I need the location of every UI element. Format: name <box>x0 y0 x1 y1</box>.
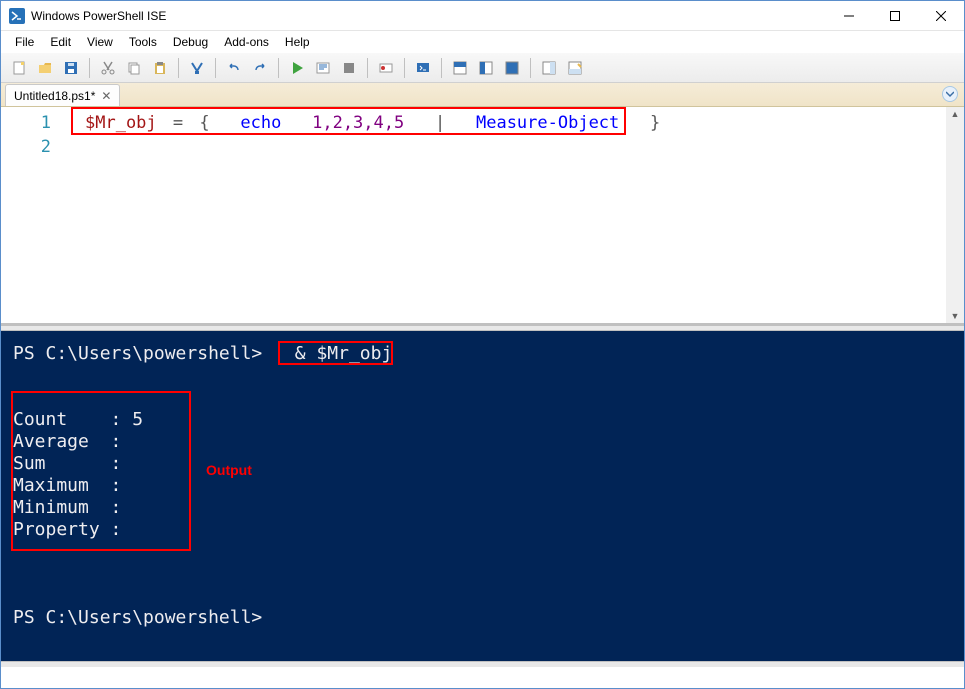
console-command: & $Mr_obj <box>295 343 393 364</box>
console-output-line: Sum : <box>13 453 952 475</box>
title-bar: Windows PowerShell ISE <box>1 1 964 31</box>
run-button[interactable] <box>285 56 309 80</box>
editor-scrollbar[interactable]: ▲ ▼ <box>946 107 964 323</box>
minimize-button[interactable] <box>826 1 872 30</box>
console-output-line: Average : <box>13 431 952 453</box>
scroll-up-icon[interactable]: ▲ <box>951 107 960 121</box>
code-line: $Mr_obj = { echo 1,2,3,4,5 | Measure-Obj… <box>85 111 946 135</box>
cut-button[interactable] <box>96 56 120 80</box>
layout-full-button[interactable] <box>500 56 524 80</box>
toolbar-separator <box>89 58 90 78</box>
token-cmd: Measure-Object <box>476 113 619 133</box>
menu-bar: File Edit View Tools Debug Add-ons Help <box>1 31 964 53</box>
console-output-line: Maximum : <box>13 475 952 497</box>
menu-addons[interactable]: Add-ons <box>216 33 277 51</box>
window-controls <box>826 1 964 30</box>
tab-strip: Untitled18.ps1* ✕ <box>1 83 964 107</box>
token-numbers: 1,2,3,4,5 <box>312 113 404 133</box>
paste-button[interactable] <box>148 56 172 80</box>
file-tab[interactable]: Untitled18.ps1* ✕ <box>5 84 120 106</box>
menu-edit[interactable]: Edit <box>42 33 79 51</box>
menu-tools[interactable]: Tools <box>121 33 165 51</box>
toolbar-separator <box>367 58 368 78</box>
token-brace: } <box>650 113 660 133</box>
token-cmd: echo <box>240 113 281 133</box>
window-title: Windows PowerShell ISE <box>31 9 826 23</box>
token-assign: = <box>173 113 183 133</box>
copy-button[interactable] <box>122 56 146 80</box>
toolbar-separator <box>530 58 531 78</box>
scroll-down-icon[interactable]: ▼ <box>951 309 960 323</box>
close-button[interactable] <box>918 1 964 30</box>
stop-button[interactable] <box>337 56 361 80</box>
open-button[interactable] <box>33 56 57 80</box>
breakpoint-button[interactable] <box>374 56 398 80</box>
app-icon <box>9 8 25 24</box>
toolbar-separator <box>441 58 442 78</box>
prompt: PS C:\Users\powershell> <box>13 343 262 364</box>
undo-button[interactable] <box>222 56 246 80</box>
clear-button[interactable] <box>185 56 209 80</box>
show-script-button[interactable] <box>537 56 561 80</box>
script-editor[interactable]: 1 2 $Mr_obj = { echo 1,2,3,4,5 | Measure… <box>1 107 964 325</box>
line-number: 1 <box>1 111 51 135</box>
collapse-script-button[interactable] <box>942 86 958 102</box>
toolbar-separator <box>278 58 279 78</box>
redo-button[interactable] <box>248 56 272 80</box>
console-line: PS C:\Users\powershell> & $Mr_obj <box>13 343 952 365</box>
token-brace: { <box>199 113 209 133</box>
tab-label: Untitled18.ps1* <box>14 89 95 103</box>
code-area[interactable]: $Mr_obj = { echo 1,2,3,4,5 | Measure-Obj… <box>71 107 946 323</box>
toolbar-separator <box>215 58 216 78</box>
remote-button[interactable] <box>411 56 435 80</box>
menu-debug[interactable]: Debug <box>165 33 216 51</box>
line-number: 2 <box>1 135 51 159</box>
run-selection-button[interactable] <box>311 56 335 80</box>
console-line: PS C:\Users\powershell> <box>13 607 952 629</box>
menu-help[interactable]: Help <box>277 33 318 51</box>
output-annotation: Output <box>206 459 252 481</box>
show-command-button[interactable] <box>563 56 587 80</box>
layout-top-button[interactable] <box>448 56 472 80</box>
console-output-line: Property : <box>13 519 952 541</box>
token-variable: $Mr_obj <box>85 113 157 133</box>
status-bar <box>1 661 964 667</box>
console-output-line: Minimum : <box>13 497 952 519</box>
line-number-gutter: 1 2 <box>1 107 71 323</box>
console-pane[interactable]: PS C:\Users\powershell> & $Mr_obj Count … <box>1 331 964 661</box>
token-pipe: | <box>435 113 445 133</box>
tab-close-icon[interactable]: ✕ <box>101 90 111 102</box>
maximize-button[interactable] <box>872 1 918 30</box>
toolbar-separator <box>404 58 405 78</box>
save-button[interactable] <box>59 56 83 80</box>
menu-view[interactable]: View <box>79 33 121 51</box>
menu-file[interactable]: File <box>7 33 42 51</box>
console-output-line: Count : 5 <box>13 409 952 431</box>
layout-side-button[interactable] <box>474 56 498 80</box>
toolbar-separator <box>178 58 179 78</box>
toolbar <box>1 53 964 83</box>
new-button[interactable] <box>7 56 31 80</box>
prompt: PS C:\Users\powershell> <box>13 607 262 628</box>
